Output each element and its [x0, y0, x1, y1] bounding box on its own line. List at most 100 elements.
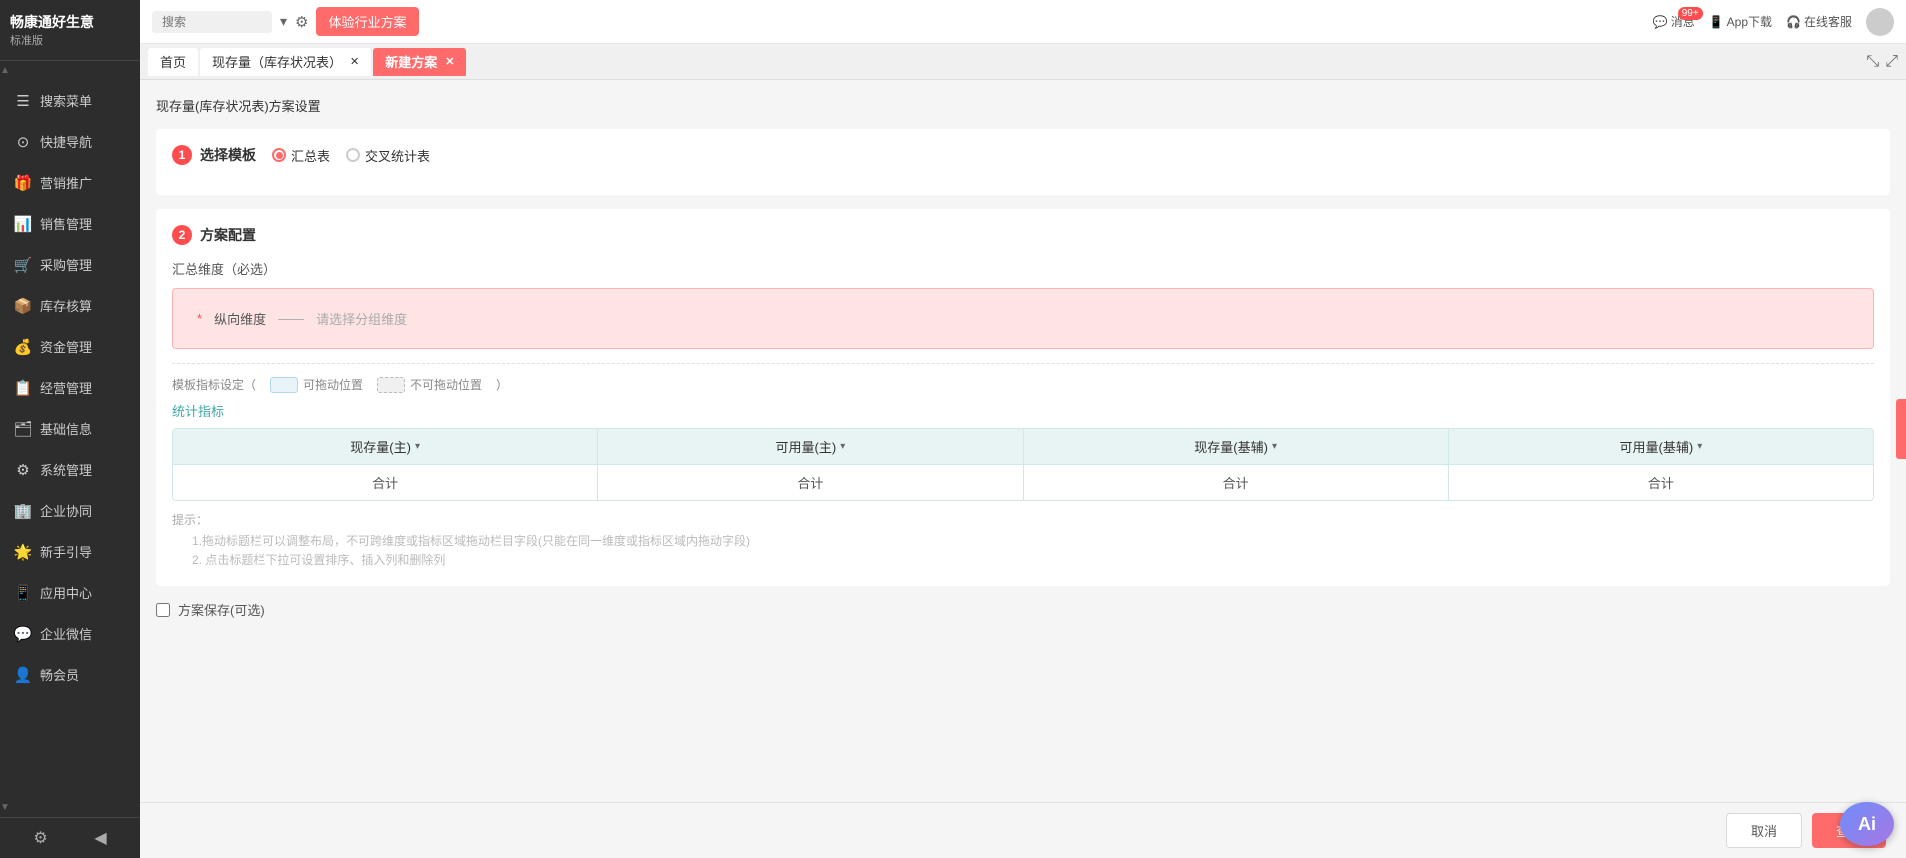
topbar-gear-icon[interactable]: ⚙ — [295, 13, 308, 31]
sidebar-nav: ☰ 搜索菜单 ⊙ 快捷导航 🎁 营销推广 📊 销售管理 🛒 采购管理 📦 库存核… — [0, 80, 140, 798]
main-area: ▾ ⚙ 体验行业方案 💬 消息 99+ 📱 App下载 🎧 在线客服 首页 — [140, 0, 1906, 858]
sidebar-item-label: 快捷导航 — [40, 132, 92, 151]
system-icon: ⚙ — [14, 461, 32, 479]
sidebar-item-quick-nav[interactable]: ⊙ 快捷导航 — [0, 121, 140, 162]
sidebar-item-label: 畅会员 — [40, 665, 79, 684]
app-download-label: App下载 — [1727, 13, 1772, 30]
sidebar-item-label: 应用中心 — [40, 583, 92, 602]
dimension-selection-box[interactable]: * 纵向维度 —— 请选择分组维度 — [172, 288, 1874, 349]
radio-summary[interactable]: 汇总表 — [272, 146, 330, 165]
metrics-col-4-data: 合计 — [1449, 465, 1873, 500]
col-1-chevron-icon: ▾ — [415, 441, 420, 452]
sidebar-item-label: 新手引导 — [40, 542, 92, 561]
metrics-col-1-header[interactable]: 现存量(主) ▾ — [173, 429, 598, 464]
sidebar-item-search-menu[interactable]: ☰ 搜索菜单 — [0, 80, 140, 121]
sidebar-item-label: 营销推广 — [40, 173, 92, 192]
sidebar-item-label: 系统管理 — [40, 460, 92, 479]
metrics-col-3-header[interactable]: 现存量(基辅) ▾ — [1024, 429, 1449, 464]
member-icon: 👤 — [14, 666, 32, 684]
radio-summary-label: 汇总表 — [291, 146, 330, 165]
tab-inventory-status[interactable]: 现存量（库存状况表） ✕ — [200, 48, 371, 76]
sidebar-item-purchase[interactable]: 🛒 采购管理 — [0, 244, 140, 285]
dropdown-button[interactable]: ▾ — [280, 13, 287, 30]
tab-inventory-close-icon[interactable]: ✕ — [350, 55, 359, 68]
app-center-icon: 📱 — [14, 584, 32, 602]
sidebar-item-enterprise[interactable]: 🏢 企业协同 — [0, 490, 140, 531]
messages-badge: 99+ — [1678, 7, 1703, 20]
sidebar-item-basics[interactable]: 🗂 基础信息 — [0, 408, 140, 449]
radio-summary-circle — [272, 148, 286, 162]
settings-icon[interactable]: ⚙ — [33, 828, 47, 848]
col-4-chevron-icon: ▾ — [1697, 441, 1702, 452]
fixed-box-icon — [377, 377, 405, 393]
search-input[interactable] — [152, 11, 272, 33]
sidebar-item-inventory[interactable]: 📦 库存核算 — [0, 285, 140, 326]
sidebar-item-member[interactable]: 👤 畅会员 — [0, 654, 140, 695]
tab-minimize-button[interactable]: ⤡ — [1866, 53, 1879, 71]
messages-button[interactable]: 💬 消息 99+ — [1653, 13, 1695, 30]
tab-new-label: 新建方案 — [385, 52, 437, 71]
template-radio-group: 汇总表 交叉统计表 — [272, 146, 430, 165]
metrics-legend-close: ） — [496, 376, 508, 393]
draggable-box-icon — [270, 377, 298, 393]
sidebar-item-operations[interactable]: 📋 经营管理 — [0, 367, 140, 408]
wechat-icon: 💬 — [14, 625, 32, 643]
step2-badge: 2 — [172, 225, 192, 245]
basics-icon: 🗂 — [14, 420, 32, 438]
metrics-section-title: 统计指标 — [172, 401, 1874, 420]
step1-section: 1 选择模板 汇总表 交叉统计表 — [156, 129, 1890, 195]
tab-home[interactable]: 首页 — [148, 48, 198, 76]
col-2-chevron-icon: ▾ — [840, 441, 845, 452]
metrics-col-1-data: 合计 — [173, 465, 598, 500]
sidebar-item-system[interactable]: ⚙ 系统管理 — [0, 449, 140, 490]
purchase-icon: 🛒 — [14, 256, 32, 274]
avatar[interactable] — [1866, 8, 1894, 36]
sidebar-item-sales[interactable]: 📊 销售管理 — [0, 203, 140, 244]
ai-badge-button[interactable]: Ai — [1840, 802, 1894, 846]
sidebar-item-label: 资金管理 — [40, 337, 92, 356]
sidebar-item-app-center[interactable]: 📱 应用中心 — [0, 572, 140, 613]
sidebar-item-label: 采购管理 — [40, 255, 92, 274]
sidebar-item-wechat[interactable]: 💬 企业微信 — [0, 613, 140, 654]
customer-service-button[interactable]: 🎧 在线客服 — [1786, 13, 1852, 30]
scroll-up-arrow[interactable]: ▲ — [0, 65, 10, 76]
sidebar-item-newbie[interactable]: 🌟 新手引导 — [0, 531, 140, 572]
app-download-button[interactable]: 📱 App下载 — [1709, 13, 1772, 30]
audio-icon[interactable]: ◀ — [94, 828, 106, 848]
page-title: 现存量(库存状况表)方案设置 — [156, 96, 1890, 115]
metrics-data-row: 合计 合计 合计 合计 — [173, 464, 1873, 500]
metrics-col-2-header[interactable]: 可用量(主) ▾ — [598, 429, 1023, 464]
sidebar: 畅康通好生意 标准版 ▲ ☰ 搜索菜单 ⊙ 快捷导航 🎁 营销推广 📊 销售管理… — [0, 0, 140, 858]
step1-title: 选择模板 — [200, 145, 256, 165]
metrics-col-4-header[interactable]: 可用量(基辅) ▾ — [1449, 429, 1873, 464]
tab-new-plan[interactable]: 新建方案 ✕ — [373, 48, 466, 76]
sidebar-scroll-top[interactable]: ▲ — [0, 61, 10, 80]
ai-badge-label: Ai — [1858, 814, 1876, 835]
metrics-header-row: 现存量(主) ▾ 可用量(主) ▾ 现存量(基辅) ▾ 可用量(基辅) ▾ — [173, 429, 1873, 464]
tips-item-2: 2. 点击标题栏下拉可设置排序、插入列和删除列 — [172, 551, 1874, 568]
app-logo: 畅康通好生意 标准版 — [0, 0, 140, 61]
required-mark: * — [197, 311, 202, 326]
save-checkbox[interactable] — [156, 603, 170, 617]
metrics-col-4-label: 可用量(基辅) — [1620, 437, 1694, 456]
sidebar-item-marketing[interactable]: 🎁 营销推广 — [0, 162, 140, 203]
right-float-indicator — [1896, 399, 1906, 459]
sidebar-item-label: 搜索菜单 — [40, 91, 92, 110]
tab-expand-button[interactable]: ⤢ — [1885, 53, 1898, 71]
tab-new-close-icon[interactable]: ✕ — [445, 55, 454, 68]
step2-header: 2 方案配置 — [172, 225, 1874, 245]
dimension-placeholder: 请选择分组维度 — [316, 309, 407, 328]
cancel-button[interactable]: 取消 — [1726, 813, 1802, 848]
sidebar-scroll-bottom[interactable]: ▼ — [0, 798, 10, 817]
operations-icon: 📋 — [14, 379, 32, 397]
save-section: 方案保存(可选) — [156, 600, 1890, 619]
newbie-icon: 🌟 — [14, 543, 32, 561]
tab-inventory-label: 现存量（库存状况表） — [212, 52, 342, 71]
scroll-down-arrow[interactable]: ▼ — [0, 802, 10, 813]
metrics-col-2-data: 合计 — [598, 465, 1023, 500]
sidebar-item-label: 基础信息 — [40, 419, 92, 438]
enterprise-icon: 🏢 — [14, 502, 32, 520]
sidebar-item-finance[interactable]: 💰 资金管理 — [0, 326, 140, 367]
industry-plan-button[interactable]: 体验行业方案 — [316, 7, 418, 36]
radio-cross[interactable]: 交叉统计表 — [346, 146, 430, 165]
